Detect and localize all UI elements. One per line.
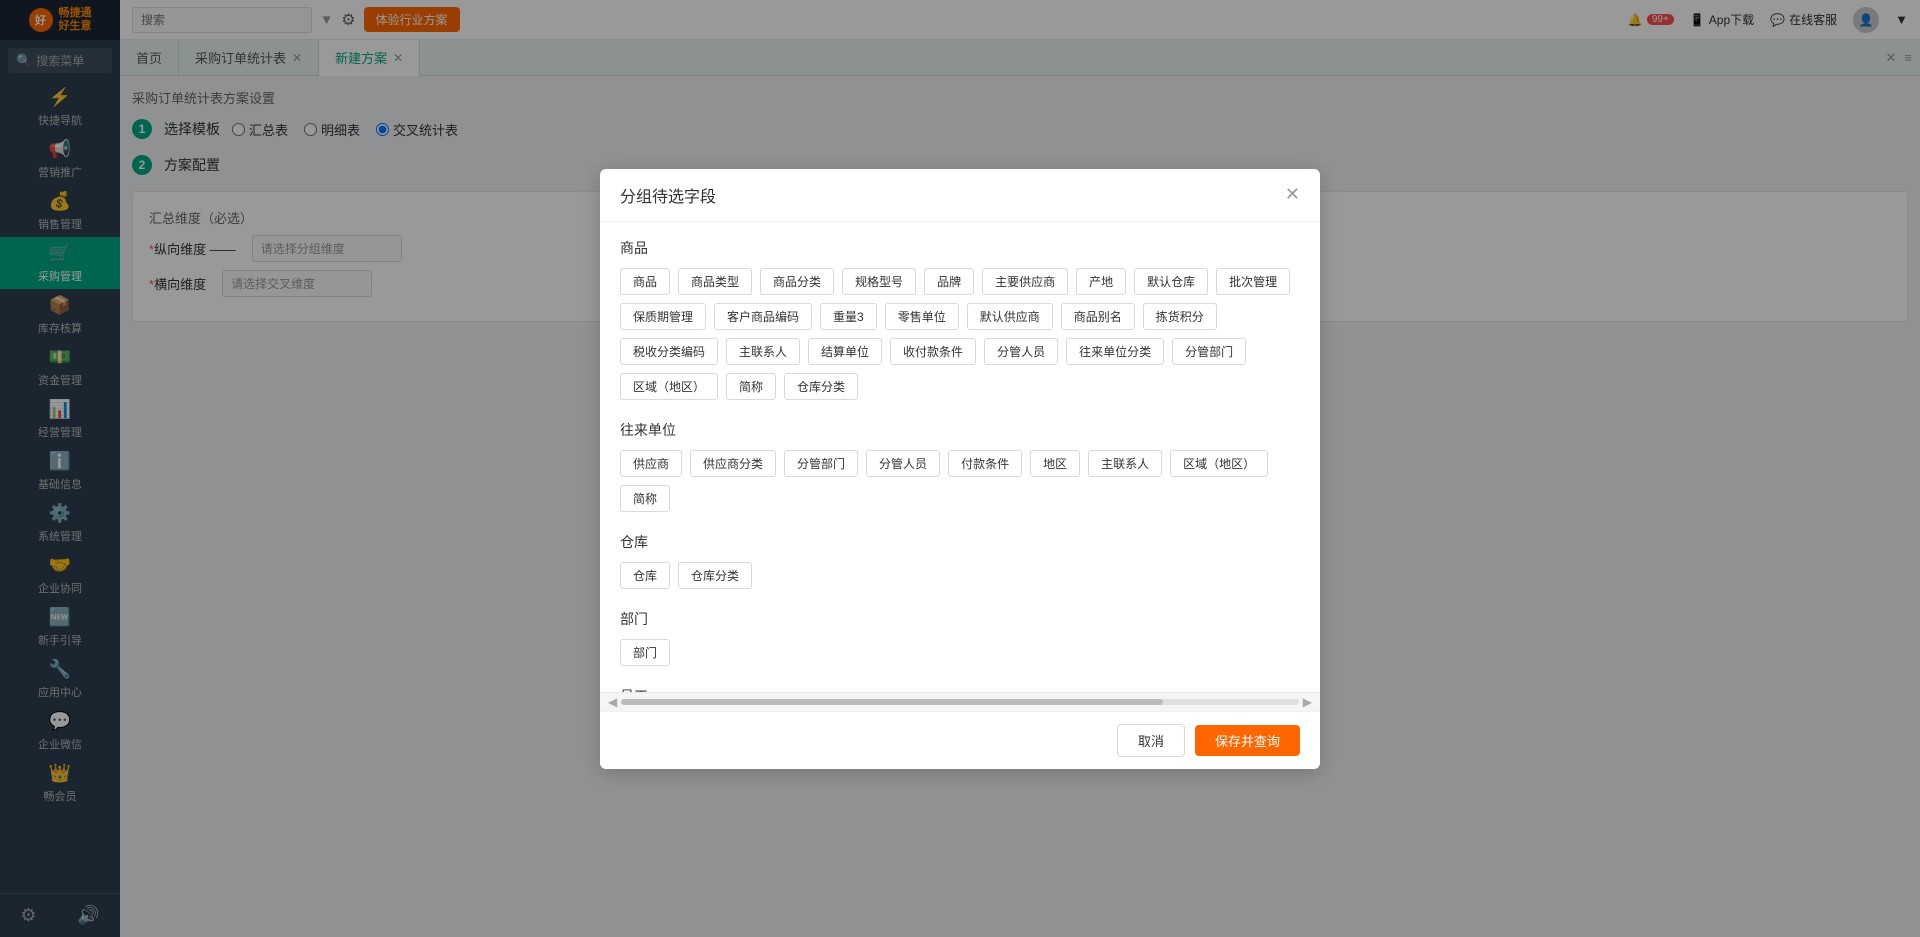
chip-department[interactable]: 部门: [620, 639, 670, 666]
modal-save-button[interactable]: 保存并查询: [1195, 725, 1300, 756]
chip-area[interactable]: 地区: [1030, 450, 1080, 477]
section-counterparty-title: 往来单位: [620, 420, 1300, 440]
section-product: 商品 商品 商品类型 商品分类 规格型号 品牌 主要供应商 产地 默认仓库 批次…: [620, 238, 1300, 400]
chip-warehouse[interactable]: 仓库: [620, 562, 670, 589]
hscroll-left-icon[interactable]: ◀: [608, 695, 617, 709]
chip-brand[interactable]: 品牌: [924, 268, 974, 295]
chip-product[interactable]: 商品: [620, 268, 670, 295]
chip-alias[interactable]: 商品别名: [1061, 303, 1135, 330]
chip-spec-model[interactable]: 规格型号: [842, 268, 916, 295]
chip-default-supplier[interactable]: 默认供应商: [967, 303, 1053, 330]
section-department-title: 部门: [620, 609, 1300, 629]
modal-footer: 取消 保存并查询: [600, 711, 1320, 769]
chip-pick-points[interactable]: 拣货积分: [1143, 303, 1217, 330]
chip-payment-terms[interactable]: 收付款条件: [890, 338, 976, 365]
chip-payment-cond[interactable]: 付款条件: [948, 450, 1022, 477]
chip-region2[interactable]: 区域（地区）: [1170, 450, 1268, 477]
chip-region[interactable]: 区域（地区）: [620, 373, 718, 400]
modal-close-button[interactable]: ✕: [1285, 184, 1300, 205]
section-warehouse-title: 仓库: [620, 532, 1300, 552]
chip-main-contact2[interactable]: 主联系人: [1088, 450, 1162, 477]
chip-warehouse-cat[interactable]: 仓库分类: [678, 562, 752, 589]
hscroll-right-icon[interactable]: ▶: [1303, 695, 1312, 709]
chip-settlement-unit[interactable]: 结算单位: [808, 338, 882, 365]
hscroll-track: [621, 699, 1299, 705]
section-warehouse: 仓库 仓库 仓库分类: [620, 532, 1300, 589]
chip-retail-unit[interactable]: 零售单位: [885, 303, 959, 330]
section-warehouse-chips: 仓库 仓库分类: [620, 562, 1300, 589]
chip-warehouse-category[interactable]: 仓库分类: [784, 373, 858, 400]
section-product-title: 商品: [620, 238, 1300, 258]
section-counterparty-chips: 供应商 供应商分类 分管部门 分管人员 付款条件 地区 主联系人 区域（地区） …: [620, 450, 1300, 512]
modal-overlay: 分组待选字段 ✕ 商品 商品 商品类型 商品分类 规格型号 品牌 主要供应商 产…: [0, 0, 1920, 937]
chip-supplier-category[interactable]: 供应商分类: [690, 450, 776, 477]
section-department: 部门 部门: [620, 609, 1300, 666]
chip-main-contact[interactable]: 主联系人: [726, 338, 800, 365]
chip-weight[interactable]: 重量3: [820, 303, 877, 330]
group-field-modal: 分组待选字段 ✕ 商品 商品 商品类型 商品分类 规格型号 品牌 主要供应商 产…: [600, 169, 1320, 769]
chip-product-category[interactable]: 商品分类: [760, 268, 834, 295]
section-department-chips: 部门: [620, 639, 1300, 666]
section-counterparty: 往来单位 供应商 供应商分类 分管部门 分管人员 付款条件 地区 主联系人 区域…: [620, 420, 1300, 512]
chip-manager[interactable]: 分管人员: [984, 338, 1058, 365]
modal-title: 分组待选字段: [620, 183, 716, 207]
modal-body: 商品 商品 商品类型 商品分类 规格型号 品牌 主要供应商 产地 默认仓库 批次…: [600, 222, 1320, 692]
chip-batch-mgmt[interactable]: 批次管理: [1216, 268, 1290, 295]
chip-product-type[interactable]: 商品类型: [678, 268, 752, 295]
chip-shelf-life[interactable]: 保质期管理: [620, 303, 706, 330]
modal-hscroll-bar: ◀ ▶: [600, 692, 1320, 711]
chip-default-warehouse[interactable]: 默认仓库: [1134, 268, 1208, 295]
chip-short-name[interactable]: 简称: [726, 373, 776, 400]
chip-mgmt-dept[interactable]: 分管部门: [1172, 338, 1246, 365]
chip-origin[interactable]: 产地: [1076, 268, 1126, 295]
chip-customer-code[interactable]: 客户商品编码: [714, 303, 812, 330]
chip-main-supplier[interactable]: 主要供应商: [982, 268, 1068, 295]
modal-cancel-button[interactable]: 取消: [1117, 724, 1185, 757]
chip-counterparty-category[interactable]: 往来单位分类: [1066, 338, 1164, 365]
section-product-chips: 商品 商品类型 商品分类 规格型号 品牌 主要供应商 产地 默认仓库 批次管理 …: [620, 268, 1300, 400]
chip-supplier[interactable]: 供应商: [620, 450, 682, 477]
hscroll-thumb: [621, 699, 1163, 705]
chip-short-name2[interactable]: 简称: [620, 485, 670, 512]
modal-header: 分组待选字段 ✕: [600, 169, 1320, 222]
chip-tax-code[interactable]: 税收分类编码: [620, 338, 718, 365]
chip-staff-mgmt[interactable]: 分管人员: [866, 450, 940, 477]
chip-dept-mgmt[interactable]: 分管部门: [784, 450, 858, 477]
